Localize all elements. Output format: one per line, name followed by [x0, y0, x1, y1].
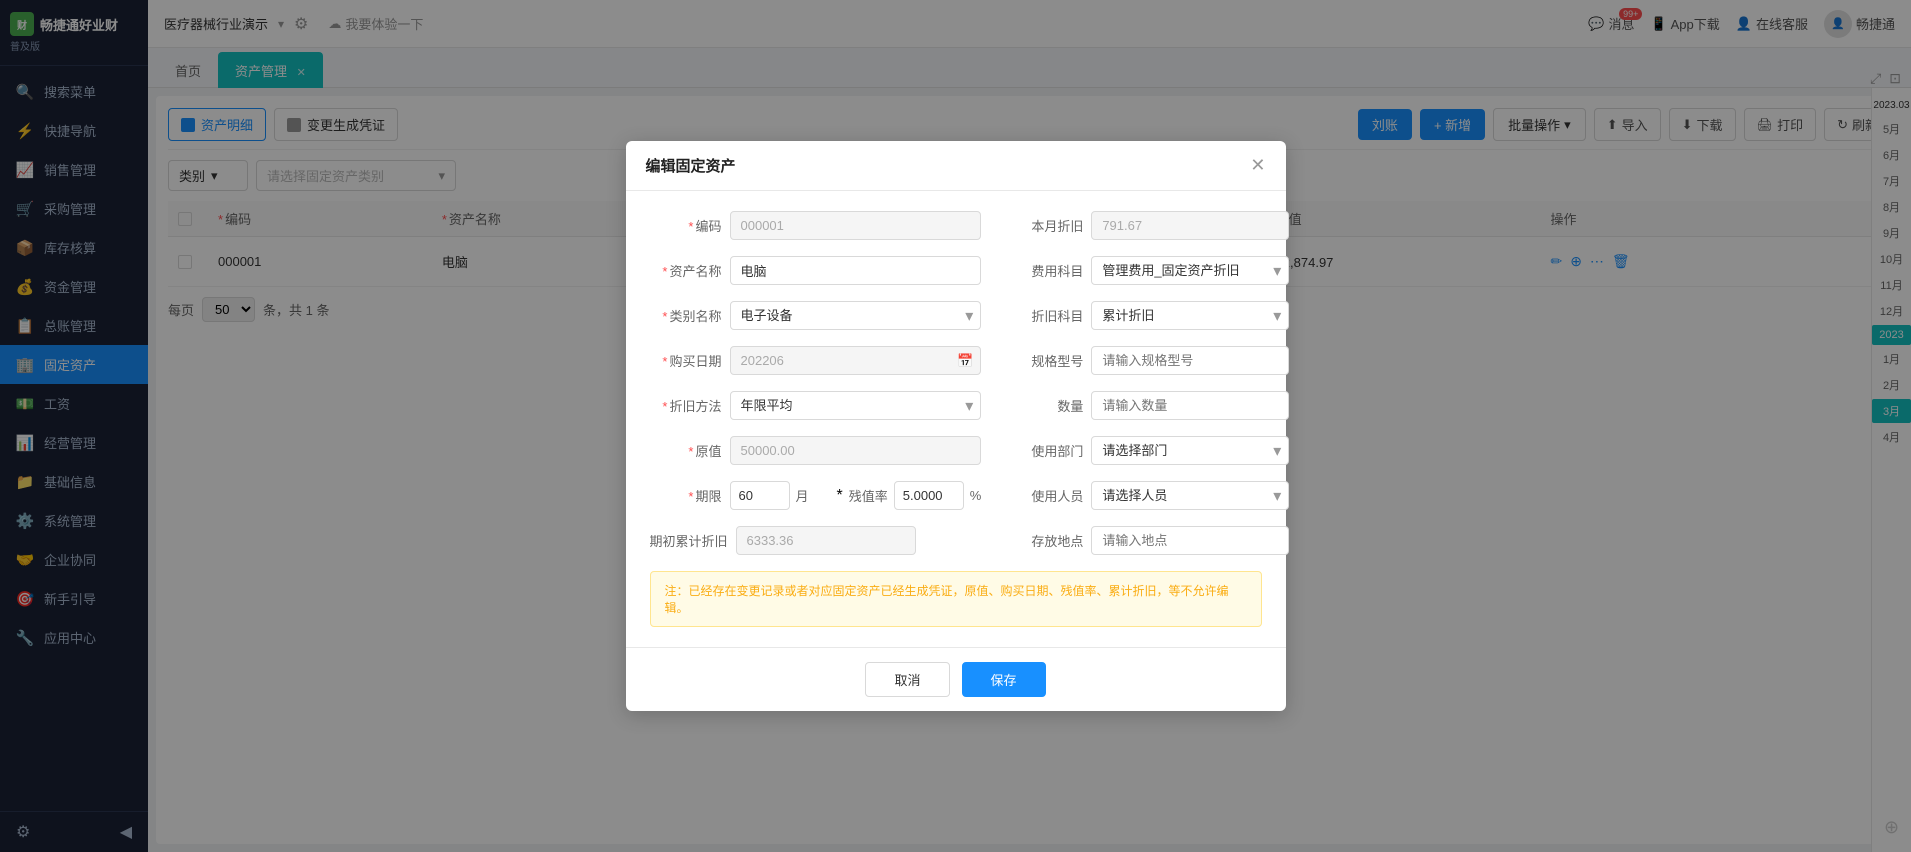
form-row-department: 使用部门 请选择部门 ▾	[1011, 436, 1289, 465]
monthly-dep-label: 本月折旧	[1011, 216, 1083, 235]
department-select[interactable]: 请选择部门	[1091, 436, 1289, 465]
spec-input[interactable]	[1091, 346, 1289, 375]
user-select-wrap: 请选择人员 ▾	[1091, 481, 1289, 510]
dep-subject-wrap: 累计折旧 ▾	[1091, 301, 1289, 330]
modal-footer: 取消 保存	[626, 647, 1286, 711]
form-row-initial-dep: 期初累计折旧	[650, 526, 982, 555]
original-value-label: *原值	[650, 441, 722, 460]
location-input[interactable]	[1091, 526, 1289, 555]
user-label: 使用人员	[1011, 486, 1083, 505]
modal-form: *编码 *资产名称 *类别名称	[650, 211, 1262, 555]
form-row-quantity: 数量	[1011, 391, 1289, 420]
residual-rate-unit: %	[970, 488, 982, 503]
purchase-date-input[interactable]	[730, 346, 982, 375]
modal-header: 编辑固定资产 ✕	[626, 141, 1286, 191]
asset-name-label: *资产名称	[650, 261, 722, 280]
modal-body: *编码 *资产名称 *类别名称	[626, 191, 1286, 647]
form-note: 注：已经存在变更记录或者对应固定资产已经生成凭证，原值、购买日期、残值率、累计折…	[650, 571, 1262, 627]
dep-method-select[interactable]: 年限平均	[730, 391, 982, 420]
form-row-purchase-date: *购买日期 📅	[650, 346, 982, 375]
calendar-icon: 📅	[957, 353, 973, 369]
form-row-dep-subject: 折旧科目 累计折旧 ▾	[1011, 301, 1289, 330]
modal-close-button[interactable]: ✕	[1250, 155, 1265, 176]
monthly-dep-input[interactable]	[1091, 211, 1289, 240]
form-row-dep-method: *折旧方法 年限平均 ▾	[650, 391, 982, 420]
code-input[interactable]	[730, 211, 982, 240]
purchase-date-label: *购买日期	[650, 351, 722, 370]
modal-title: 编辑固定资产	[646, 155, 736, 176]
form-row-period-residual: *期限 月 * 残值率 %	[650, 481, 982, 510]
category-select-wrap: 电子设备 ▾	[730, 301, 982, 330]
initial-dep-input[interactable]	[736, 526, 916, 555]
user-select[interactable]: 请选择人员	[1091, 481, 1289, 510]
department-select-wrap: 请选择部门 ▾	[1091, 436, 1289, 465]
expense-subject-wrap: 管理费用_固定资产折旧 ▾	[1091, 256, 1289, 285]
period-input[interactable]	[730, 481, 790, 510]
location-label: 存放地点	[1011, 531, 1083, 550]
form-note-text: 注：已经存在变更记录或者对应固定资产已经生成凭证，原值、购买日期、残值率、累计折…	[665, 584, 1229, 615]
dep-subject-label: 折旧科目	[1011, 306, 1083, 325]
period-residual-inline: 月 * 残值率 %	[730, 481, 982, 510]
form-row-user: 使用人员 请选择人员 ▾	[1011, 481, 1289, 510]
dep-method-label: *折旧方法	[650, 396, 722, 415]
dep-method-select-wrap: 年限平均 ▾	[730, 391, 982, 420]
form-row-monthly-dep: 本月折旧	[1011, 211, 1289, 240]
residual-rate-input[interactable]	[894, 481, 964, 510]
edit-asset-modal: 编辑固定资产 ✕ *编码 *资产名称	[626, 141, 1286, 711]
department-label: 使用部门	[1011, 441, 1083, 460]
purchase-date-wrap: 📅	[730, 346, 982, 375]
form-row-location: 存放地点	[1011, 526, 1289, 555]
modal-overlay: 编辑固定资产 ✕ *编码 *资产名称	[0, 0, 1911, 852]
initial-dep-label: 期初累计折旧	[650, 531, 728, 550]
residual-rate-label: 残值率	[849, 486, 888, 505]
save-button[interactable]: 保存	[962, 662, 1046, 697]
form-row-asset-name: *资产名称	[650, 256, 982, 285]
expense-subject-label: 费用科目	[1011, 261, 1083, 280]
asset-name-input[interactable]	[730, 256, 982, 285]
form-row-category: *类别名称 电子设备 ▾	[650, 301, 982, 330]
cancel-button[interactable]: 取消	[865, 662, 949, 697]
category-select[interactable]: 电子设备	[730, 301, 982, 330]
quantity-label: 数量	[1011, 396, 1083, 415]
period-unit-label: 月	[796, 486, 809, 505]
form-row-expense-subject: 费用科目 管理费用_固定资产折旧 ▾	[1011, 256, 1289, 285]
code-label: *编码	[650, 216, 722, 235]
form-row-spec: 规格型号	[1011, 346, 1289, 375]
residual-req: *	[837, 487, 843, 505]
form-row-original-value: *原值	[650, 436, 982, 465]
original-value-input[interactable]	[730, 436, 982, 465]
quantity-input[interactable]	[1091, 391, 1289, 420]
dep-subject-select[interactable]: 累计折旧	[1091, 301, 1289, 330]
period-label: *期限	[650, 486, 722, 505]
spec-label: 规格型号	[1011, 351, 1083, 370]
expense-subject-select[interactable]: 管理费用_固定资产折旧	[1091, 256, 1289, 285]
form-row-code: *编码	[650, 211, 982, 240]
category-label: *类别名称	[650, 306, 722, 325]
